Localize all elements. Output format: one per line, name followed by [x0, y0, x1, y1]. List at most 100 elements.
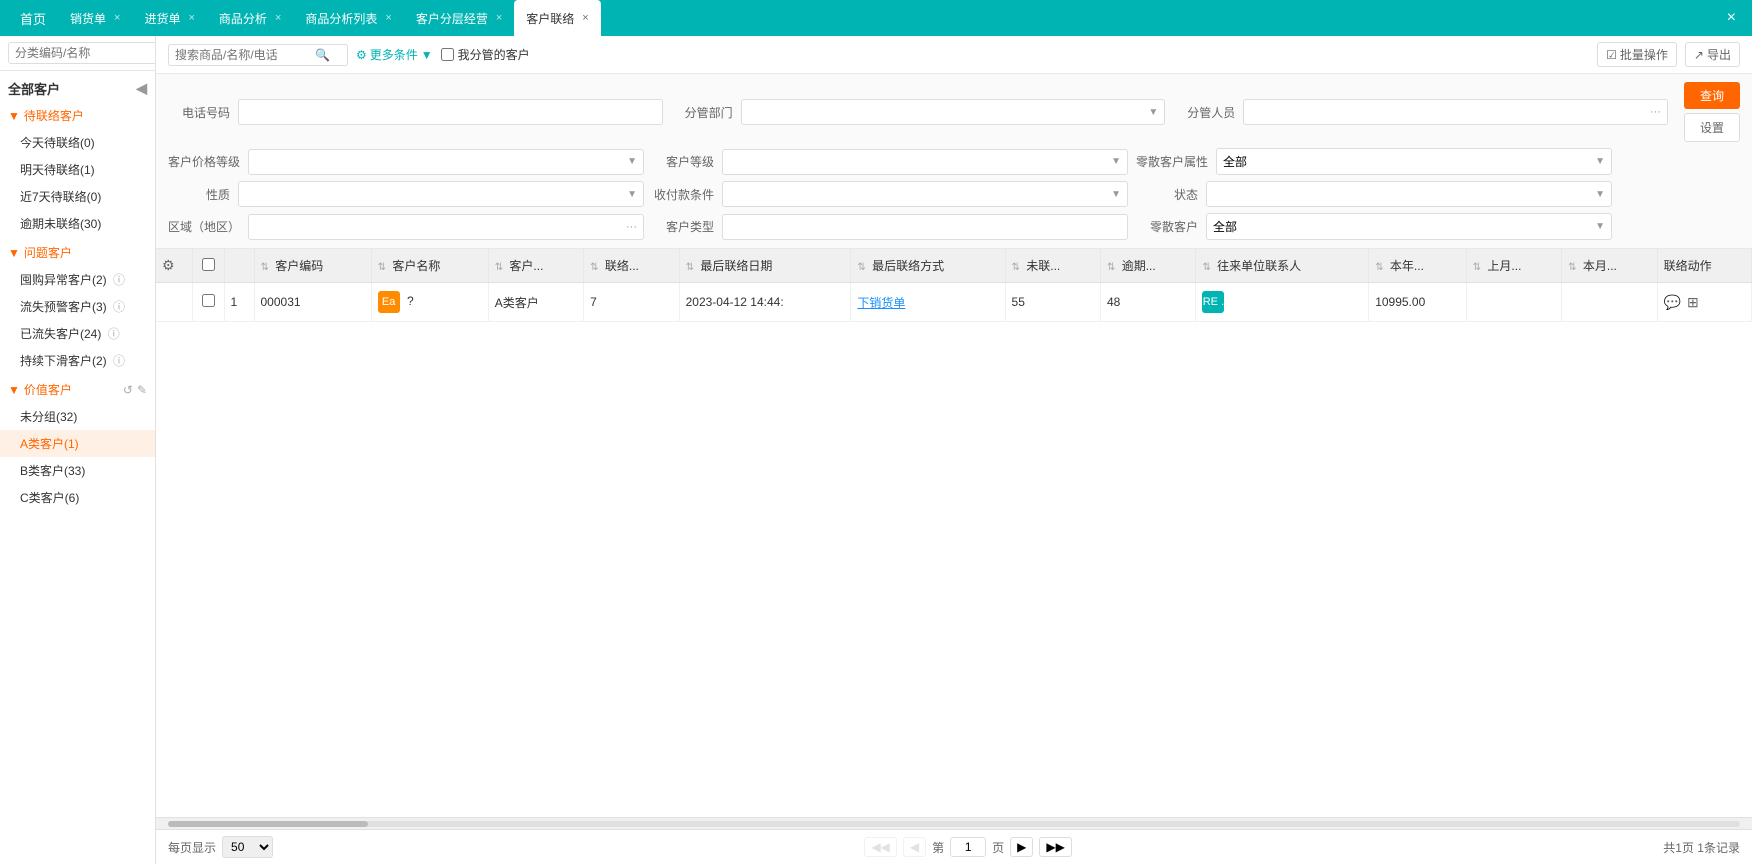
- sort-icon-overdue: ⇅: [1107, 262, 1115, 273]
- close-tab-salesorder[interactable]: ×: [114, 12, 120, 24]
- sidebar-item-hoarding-abnormal[interactable]: 囤购异常客户(2) ⓘ: [0, 266, 155, 293]
- th-last-contact-way[interactable]: ⇅ 最后联络方式: [851, 249, 1005, 283]
- window-close-button[interactable]: ×: [1719, 9, 1744, 26]
- first-page-button[interactable]: ◀◀: [864, 837, 896, 857]
- search-icon[interactable]: 🔍: [315, 48, 330, 62]
- price-level-select[interactable]: ▼: [248, 149, 644, 175]
- prev-page-button[interactable]: ◀: [903, 837, 926, 857]
- next-page-button[interactable]: ▶: [1010, 837, 1033, 857]
- nav-tab-product-analysis-list[interactable]: 商品分析列表 ×: [293, 0, 403, 36]
- sidebar-item-ungrouped[interactable]: 未分组(32): [0, 403, 155, 430]
- sidebar-group-value-title[interactable]: ▼ 价值客户 ↺ ✎: [0, 376, 155, 403]
- select-all-checkbox[interactable]: [202, 258, 215, 271]
- retail-customer-arrow: ▼: [1595, 221, 1605, 232]
- query-button[interactable]: 查询: [1684, 82, 1740, 109]
- sidebar-item-today-pending[interactable]: 今天待联络(0): [0, 129, 155, 156]
- filter-price-level: 客户价格等级 ▼: [168, 149, 644, 175]
- sidebar-item-declining[interactable]: 持续下滑客户(2) ⓘ: [0, 347, 155, 374]
- qr-action-icon[interactable]: ⊞: [1687, 294, 1699, 311]
- nav-home[interactable]: 首页: [8, 9, 58, 28]
- nav-tab-product-analysis[interactable]: 商品分析 ×: [207, 0, 293, 36]
- th-overdue[interactable]: ⇅ 逾期...: [1100, 249, 1195, 283]
- th-last-month[interactable]: ⇅ 上月...: [1466, 249, 1561, 283]
- dept-select[interactable]: ▼: [741, 99, 1166, 125]
- close-tab-product-analysis[interactable]: ×: [275, 12, 281, 24]
- dept-label: 分管部门: [671, 104, 741, 121]
- nature-select[interactable]: ▼: [238, 181, 644, 207]
- batch-operation-button[interactable]: ☑ 批量操作: [1597, 42, 1677, 67]
- th-this-year[interactable]: ⇅ 本年...: [1369, 249, 1466, 283]
- sidebar-group-pending-title[interactable]: ▼ 待联络客户: [0, 102, 155, 129]
- th-this-month[interactable]: ⇅ 本月...: [1562, 249, 1657, 283]
- more-conditions-button[interactable]: ⚙ 更多条件 ▼: [356, 46, 433, 63]
- td-actions: 💬 ⊞: [1657, 283, 1751, 322]
- filter-retail-customer: 零散客户 全部 ▼: [1136, 213, 1612, 240]
- export-button[interactable]: ↗ 导出: [1685, 42, 1740, 67]
- sidebar-item-already-lost[interactable]: 已流失客户(24) ⓘ: [0, 320, 155, 347]
- td-last-contact-date: 2023-04-12 14:44:: [679, 283, 851, 322]
- customer-level-select[interactable]: ▼: [722, 149, 1128, 175]
- sidebar-all-customers-label: 全部客户: [8, 79, 60, 98]
- column-settings-icon[interactable]: ⚙: [162, 257, 175, 273]
- filter-row-3: 性质 ▼ 收付款条件 ▼ 状态 ▼: [168, 181, 1740, 207]
- th-code[interactable]: ⇅ 客户编码: [254, 249, 371, 283]
- my-customers-checkbox-label[interactable]: 我分管的客户: [441, 46, 530, 63]
- phone-input[interactable]: [238, 99, 663, 125]
- sort-icon-category: ⇅: [495, 262, 503, 273]
- th-name[interactable]: ⇅ 客户名称: [371, 249, 488, 283]
- close-tab-customer-contact[interactable]: ×: [582, 12, 588, 24]
- th-category[interactable]: ⇅ 客户...: [488, 249, 583, 283]
- my-customers-checkbox[interactable]: [441, 48, 454, 61]
- retail-customer-label: 零散客户: [1136, 218, 1206, 235]
- th-unit-contact[interactable]: ⇅ 往来单位联系人: [1196, 249, 1369, 283]
- customer-type-select[interactable]: [722, 214, 1128, 240]
- refresh-icon[interactable]: ↺: [123, 383, 133, 397]
- th-last-contact-date[interactable]: ⇅ 最后联络日期: [679, 249, 851, 283]
- payment-select[interactable]: ▼: [722, 181, 1128, 207]
- current-page-input[interactable]: [950, 837, 986, 857]
- retail-customer-select[interactable]: 全部 ▼: [1206, 213, 1612, 240]
- sidebar-item-c-class[interactable]: C类客户(6): [0, 484, 155, 511]
- sort-icon-no-contact: ⇅: [1012, 262, 1020, 273]
- comment-action-icon[interactable]: 💬: [1664, 294, 1681, 311]
- sidebar-item-b-class[interactable]: B类客户(33): [0, 457, 155, 484]
- region-input[interactable]: ···: [248, 214, 644, 240]
- last-page-button[interactable]: ▶▶: [1039, 837, 1071, 857]
- th-no-contact[interactable]: ⇅ 未联...: [1005, 249, 1100, 283]
- manager-input[interactable]: ···: [1243, 99, 1668, 125]
- filter-dept: 分管部门 ▼: [671, 99, 1166, 125]
- row-checkbox[interactable]: [202, 294, 215, 307]
- th-contacts[interactable]: ⇅ 联络...: [584, 249, 679, 283]
- status-select[interactable]: ▼: [1206, 181, 1612, 207]
- triangle-icon-3: ▼: [8, 383, 20, 397]
- horizontal-scrollbar[interactable]: [156, 817, 1752, 829]
- nav-tab-purchaseorder[interactable]: 进货单 ×: [132, 0, 206, 36]
- sidebar-search-input[interactable]: [8, 42, 156, 64]
- page-size-select[interactable]: 50 10 20 100: [222, 836, 273, 858]
- scrollbar-track[interactable]: [168, 821, 1740, 827]
- sidebar-item-7days-pending[interactable]: 近7天待联络(0): [0, 183, 155, 210]
- close-tab-customer-segment[interactable]: ×: [496, 12, 502, 24]
- td-no-contact: 55: [1005, 283, 1100, 322]
- nav-tab-customer-contact[interactable]: 客户联络 ×: [514, 0, 600, 36]
- filter-retail-attr: 零散客户属性 全部 ▼: [1136, 148, 1612, 175]
- sidebar-item-a-class[interactable]: A类客户(1): [0, 430, 155, 457]
- sidebar-collapse-icon[interactable]: ◀: [136, 80, 147, 97]
- td-category: A类客户: [488, 283, 583, 322]
- nav-tab-customer-segment[interactable]: 客户分层经营 ×: [404, 0, 514, 36]
- sidebar-group-problem-title[interactable]: ▼ 问题客户: [0, 239, 155, 266]
- sidebar-search-area: 🔍: [0, 36, 155, 71]
- close-tab-purchaseorder[interactable]: ×: [188, 12, 194, 24]
- sidebar-item-lost-warning[interactable]: 流失预警客户(3) ⓘ: [0, 293, 155, 320]
- setting-button[interactable]: 设置: [1684, 113, 1740, 142]
- main-layout: 🔍 全部客户 ◀ ▼ 待联络客户 今天待联络(0) 明天待联络(1) 近7天待联…: [0, 36, 1752, 864]
- search-input[interactable]: [175, 48, 315, 62]
- close-tab-product-analysis-list[interactable]: ×: [385, 12, 391, 24]
- nav-tab-salesorder[interactable]: 销货单 ×: [58, 0, 132, 36]
- scrollbar-thumb[interactable]: [168, 821, 368, 827]
- sidebar-item-tomorrow-pending[interactable]: 明天待联络(1): [0, 156, 155, 183]
- retail-attr-select[interactable]: 全部 ▼: [1216, 148, 1612, 175]
- last-contact-way-link[interactable]: 下销货单: [857, 296, 905, 310]
- sidebar-item-overdue-no-contact[interactable]: 逾期未联络(30): [0, 210, 155, 237]
- edit-icon[interactable]: ✎: [137, 383, 147, 397]
